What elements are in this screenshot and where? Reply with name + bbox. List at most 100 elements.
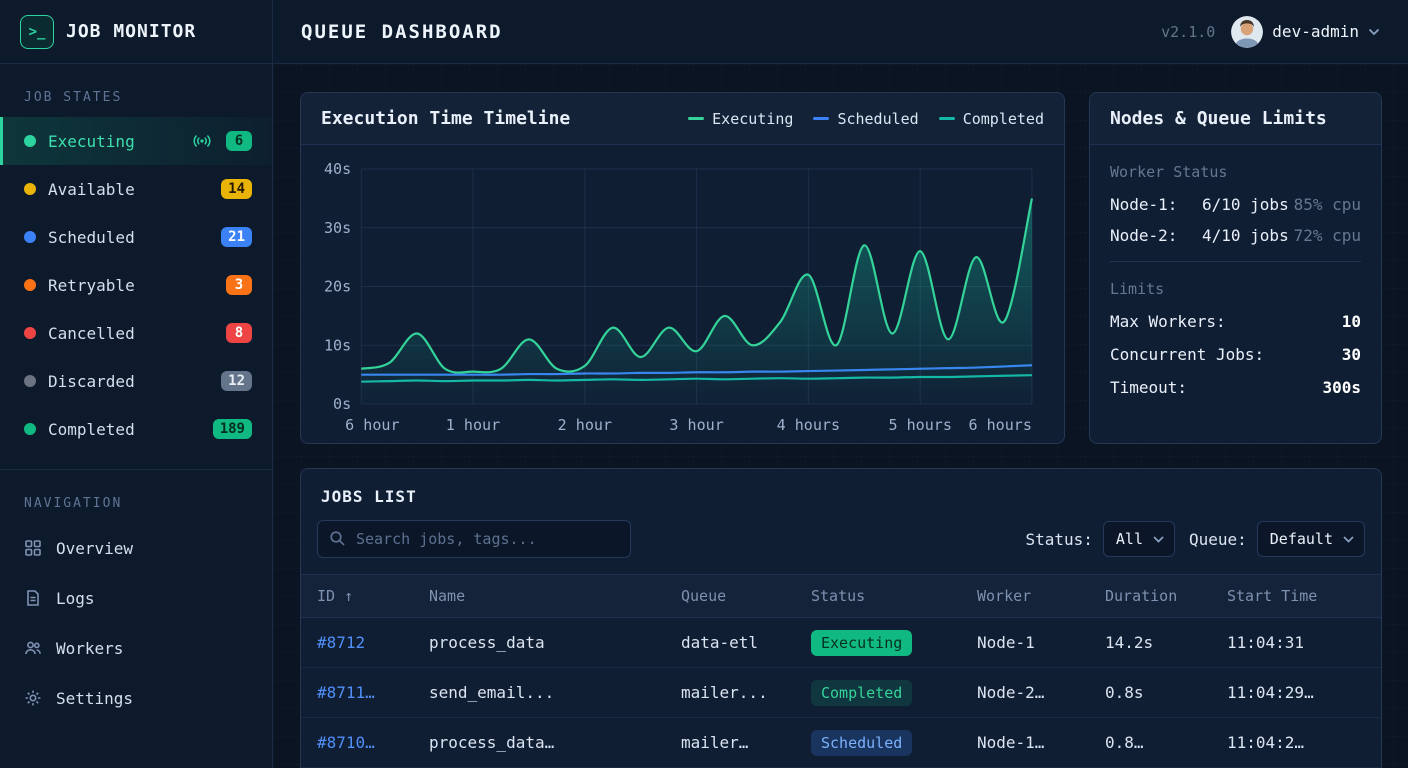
nav-item-label: Settings [56,688,134,708]
timeline-title: Execution Time Timeline [321,108,571,129]
svg-text:40s: 40s [324,160,351,178]
execution-time-chart: 0s 10s 20s 30s 40s 6 hour 1 hour 2 hour 3 hour 4 … [301,145,1064,448]
worker-cpu: 85% cpu [1293,195,1361,214]
legend-swatch [813,117,830,120]
svg-text:6 hour: 6 hour [345,416,399,434]
table-row[interactable]: #8711… send_email... mailer... Completed Nod… [301,668,1381,718]
status-badge: Completed [811,679,913,706]
state-label: Completed [48,419,135,439]
job-duration: 0.8s [1105,683,1144,702]
table-row[interactable]: #8710… process_data… mailer… Scheduled Node-… [301,718,1381,768]
filter-queue-select[interactable]: Default [1256,521,1365,557]
filter-status: Status: All [1025,521,1175,557]
worker-jobs: 6/10 jobs [1202,195,1289,214]
sidebar-item-scheduled[interactable]: Scheduled 21 [0,213,272,261]
limit-label: Max Workers: [1110,312,1226,331]
job-name: process_data… [429,733,555,752]
app-logo: >_ JOB MONITOR [0,0,272,64]
svg-text:2 hour: 2 hour [558,416,612,434]
sidebar: >_ JOB MONITOR JOB STATES Executing 6 Avai… [0,0,273,768]
job-id-link[interactable]: #8712 [317,633,429,652]
jobs-list-title: JOBS LIST [321,487,417,506]
worker-jobs: 4/10 jobs [1202,226,1289,245]
nav-item-label: Logs [56,588,95,608]
sidebar-item-completed[interactable]: Completed 189 [0,405,272,453]
app-title: JOB MONITOR [66,21,197,42]
navigation-section: NAVIGATION Overview Logs Workers Settings [0,469,272,723]
limit-label: Timeout: [1110,378,1188,397]
job-id-link[interactable]: #8710… [317,733,429,752]
nav-item-logs[interactable]: Logs [0,573,272,623]
grid-icon [24,539,42,557]
legend-swatch [688,117,705,120]
column-header-queue[interactable]: Queue [681,587,811,605]
worker-status-header: Worker Status [1110,163,1228,181]
table-row[interactable]: #8712 process_data data-etl Executing Node-1… [301,618,1381,668]
gear-icon [24,689,42,707]
limit-row: Max Workers: 10 [1110,312,1361,331]
sidebar-item-retryable[interactable]: Retryable 3 [0,261,272,309]
column-header-id[interactable]: ID ↑ [317,587,429,605]
svg-text:10s: 10s [324,336,351,354]
filter-queue-label: Queue: [1188,529,1247,549]
job-name: send_email... [429,683,555,702]
state-count-badge: 6 [226,131,252,151]
legend-item-executing[interactable]: Executing [688,110,793,128]
state-label: Retryable [48,275,135,295]
nav-item-settings[interactable]: Settings [0,673,272,723]
divider [1110,261,1361,262]
limits-list: Max Workers: 10 Concurrent Jobs: 30 Timeout:… [1110,312,1361,397]
column-header-status[interactable]: Status [811,587,977,605]
legend-swatch [938,117,955,120]
legend-label: Executing [712,109,794,128]
state-dot [24,327,36,339]
column-header-starttime[interactable]: Start Time [1227,587,1365,605]
job-id-link[interactable]: #8711… [317,683,429,702]
table-header: ID ↑ Name Queue Status Worker Duration Start T… [301,574,1381,618]
nodes-card: Nodes & Queue Limits Worker Status Node-… [1089,92,1382,444]
job-start-time: 11:04:31 [1227,633,1305,652]
users-icon [24,639,42,657]
state-label: Scheduled [48,227,135,247]
job-worker: Node-1 [977,633,1035,652]
legend-item-completed[interactable]: Completed [938,109,1044,128]
column-header-worker[interactable]: Worker [977,587,1105,605]
user-menu[interactable]: dev-admin [1231,15,1380,48]
nav-item-label: Workers [56,638,124,658]
legend-item-scheduled[interactable]: Scheduled [813,110,919,128]
nav-item-overview[interactable]: Overview [0,523,272,573]
limit-value: 300s [1322,378,1361,397]
svg-text:1 hour: 1 hour [446,416,500,434]
jobs-list-card: JOBS LIST Status: All Queue: Default ID ↑Na… [300,468,1382,768]
nav-item-label: Overview [56,538,134,558]
sidebar-item-available[interactable]: Available 14 [0,165,272,213]
topbar: QUEUE DASHBOARD v2.1.0 dev-admin [273,0,1408,64]
sidebar-item-executing[interactable]: Executing 6 [0,117,272,165]
worker-name: Node-2: [1110,226,1178,245]
job-worker: Node-2… [977,683,1045,702]
filter-status-value: All [1115,530,1143,548]
job-queue: data-etl [681,633,759,652]
column-header-duration[interactable]: Duration [1105,587,1227,605]
terminal-icon: >_ [20,14,54,49]
page-title: QUEUE DASHBOARD [301,20,503,43]
filter-status-select[interactable]: All [1102,521,1175,557]
user-name: dev-admin [1272,22,1359,41]
nav-item-workers[interactable]: Workers [0,623,272,673]
legend-label: Completed [962,109,1044,128]
filter-queue: Queue: Default [1189,521,1365,557]
svg-text:0s: 0s [333,395,351,413]
job-start-time: 11:04:29… [1227,683,1314,702]
svg-text:4 hours: 4 hours [777,416,840,434]
state-dot [24,279,36,291]
workers-list: Node-1: 6/10 jobs 85% cpu Node-2: 4/10 jobs 7… [1110,195,1361,245]
limit-value: 30 [1341,345,1361,364]
column-header-name[interactable]: Name [429,587,681,605]
search-input[interactable] [317,520,631,558]
live-signal-icon [192,134,212,148]
state-count-badge: 8 [226,323,252,343]
sidebar-item-cancelled[interactable]: Cancelled 8 [0,309,272,357]
job-states-header: JOB STATES [24,90,123,105]
state-dot [24,183,36,195]
sidebar-item-discarded[interactable]: Discarded 12 [0,357,272,405]
